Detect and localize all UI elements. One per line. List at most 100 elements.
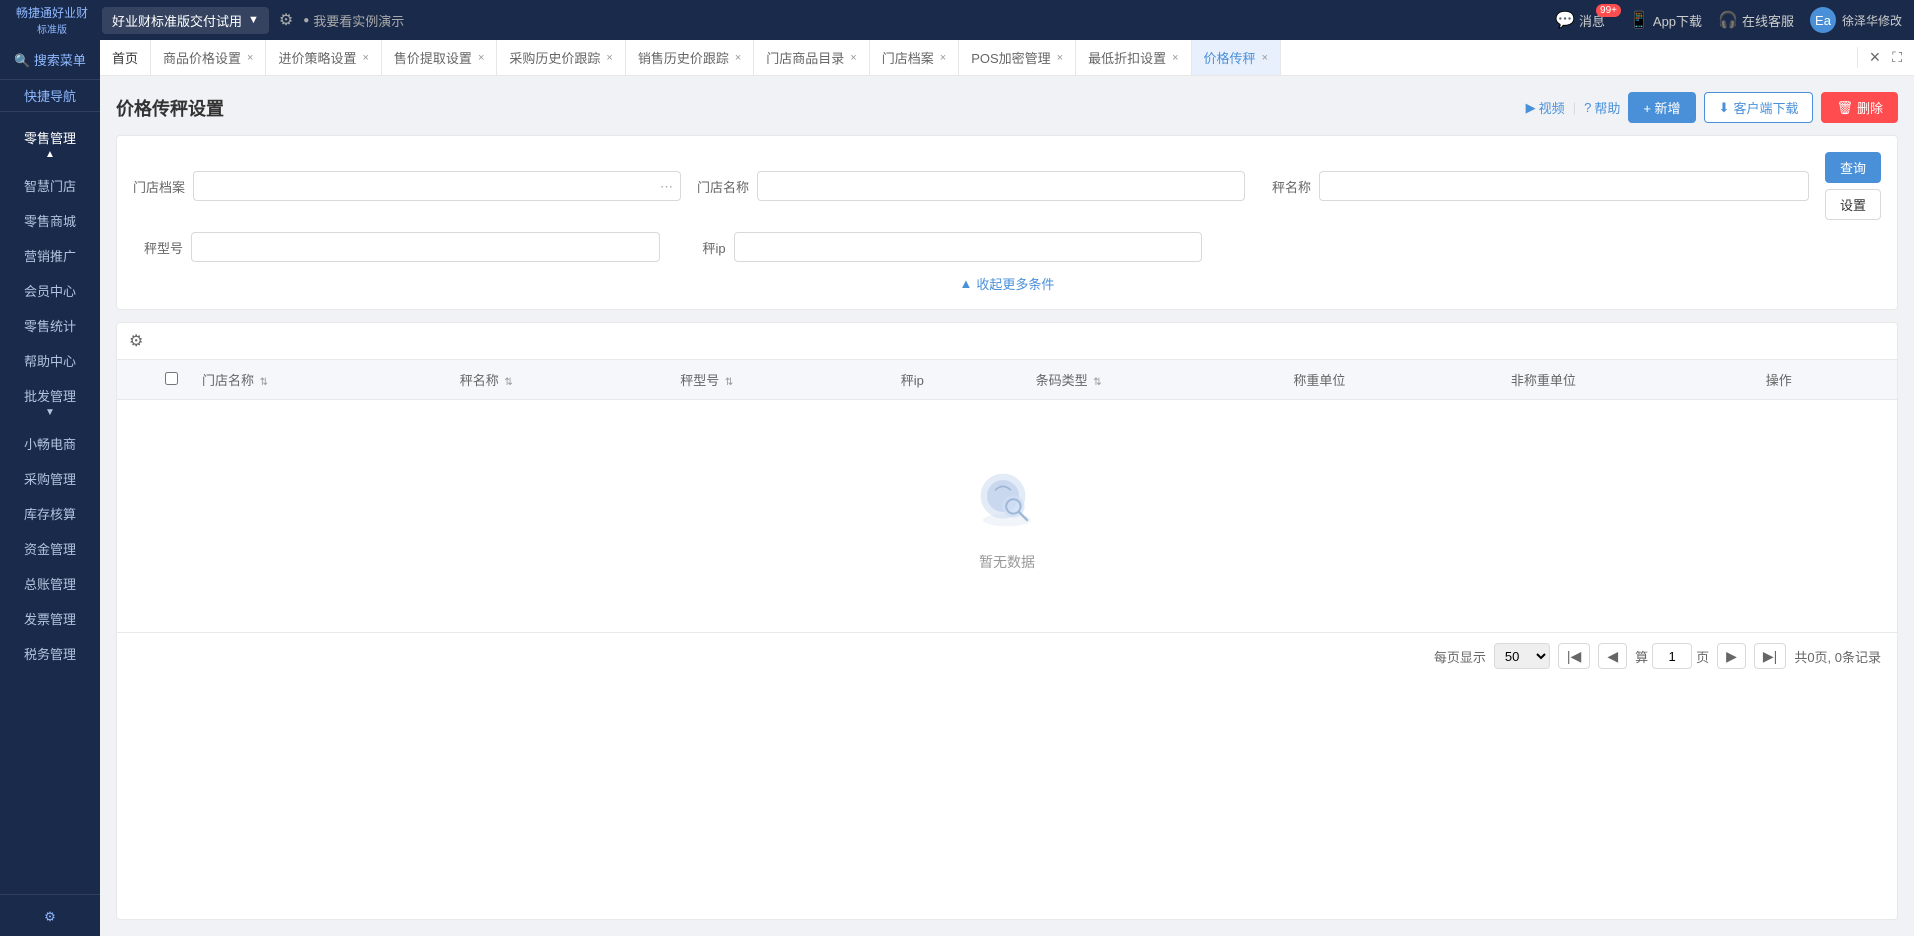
sidebar-nav[interactable]: 快捷导航 (0, 80, 100, 112)
tab-store-archive[interactable]: 门店档案 × (870, 40, 959, 76)
sidebar-item-wholesale[interactable]: 批发管理 ▼ (0, 378, 100, 426)
select-all-checkbox[interactable] (165, 372, 178, 385)
close-tab-icon[interactable]: × (1866, 47, 1885, 68)
empty-text: 暂无数据 (979, 552, 1035, 572)
tab-home[interactable]: 首页 (100, 40, 151, 76)
per-page-select[interactable]: 50 10 20 100 (1494, 643, 1550, 669)
search-form: 门店档案 ··· 门店名称 秤名称 (116, 135, 1898, 310)
sidebar-item-finance[interactable]: 资金管理 (0, 531, 100, 566)
messages-button[interactable]: 💬 99+ 消息 (1547, 10, 1613, 30)
demo-link[interactable]: 我要看实例演示 (303, 11, 404, 30)
sort-icon[interactable]: ⇅ (1093, 377, 1101, 388)
query-button[interactable]: 查询 (1825, 152, 1881, 183)
sort-icon[interactable]: ⇅ (725, 377, 733, 388)
next-page-button[interactable]: ▶ (1717, 643, 1746, 669)
sort-icon[interactable]: ⇅ (504, 377, 512, 388)
version-selector[interactable]: 好业财标准版交付试用 ▼ (102, 7, 269, 34)
version-label: 好业财标准版交付试用 (112, 11, 242, 30)
store-name-input[interactable] (757, 171, 1245, 201)
sidebar-item-label: 发票管理 (24, 609, 76, 628)
help-link[interactable]: ? 帮助 (1584, 98, 1620, 117)
logo-sub: 标准版 (37, 21, 67, 36)
tab-price-scale[interactable]: 价格传秤 × (1192, 40, 1281, 76)
sidebar-item-label: 资金管理 (24, 539, 76, 558)
sidebar-item-label: 会员中心 (24, 281, 76, 300)
sidebar-item-retail-stats[interactable]: 零售统计 (0, 308, 100, 343)
close-icon[interactable]: × (1057, 52, 1063, 64)
maximize-icon[interactable]: ⛶ (1888, 49, 1906, 66)
sidebar-item-tax[interactable]: 税务管理 (0, 636, 100, 671)
setting-button[interactable]: 设置 (1825, 189, 1881, 220)
collapse-button[interactable]: ▲ 收起更多条件 (960, 274, 1055, 293)
user-profile[interactable]: Ea 徐泽华修改 (1810, 7, 1902, 33)
sidebar-item-invoice[interactable]: 发票管理 (0, 601, 100, 636)
sidebar-item-help[interactable]: 帮助中心 (0, 343, 100, 378)
table-col-scale-ip: 秤ip (889, 360, 1024, 400)
sidebar-item-retail-management[interactable]: 零售管理 ▲ (0, 120, 100, 168)
close-icon[interactable]: × (940, 52, 946, 64)
close-icon[interactable]: × (735, 52, 741, 64)
app-download-button[interactable]: 📱 App下载 (1629, 10, 1702, 30)
sidebar-item-ecommerce[interactable]: 小畅电商 (0, 426, 100, 461)
store-name-group: 门店名称 (697, 171, 1245, 201)
tab-label: 采购历史价跟踪 (509, 48, 600, 67)
tab-purchase-strategy[interactable]: 进价策略设置 × (266, 40, 381, 76)
tab-min-discount[interactable]: 最低折扣设置 × (1076, 40, 1191, 76)
sidebar-item-marketing[interactable]: 营销推广 (0, 238, 100, 273)
table-col-scale-name: 秤名称 ⇅ (448, 360, 669, 400)
gear-icon[interactable]: ⚙ (279, 10, 293, 30)
first-page-button[interactable]: |◀ (1558, 643, 1590, 669)
close-icon[interactable]: × (247, 52, 253, 64)
sidebar-item-label: 帮助中心 (24, 351, 76, 370)
sidebar-settings-icon[interactable]: ⚙ (0, 894, 100, 936)
tab-label: 最低折扣设置 (1088, 48, 1166, 67)
store-archive-input[interactable] (193, 171, 681, 201)
table-col-checkbox (153, 360, 190, 400)
close-icon[interactable]: × (478, 52, 484, 64)
messages-badge: 99+ (1596, 4, 1621, 17)
sidebar-item-inventory[interactable]: 库存核算 (0, 496, 100, 531)
video-link[interactable]: ▶ 视频 (1526, 98, 1565, 117)
page-input[interactable] (1652, 643, 1692, 669)
tab-sales-history[interactable]: 销售历史价跟踪 × (626, 40, 754, 76)
sidebar-item-label: 采购管理 (24, 469, 76, 488)
download-button[interactable]: ⬇ 客户端下载 (1704, 92, 1814, 123)
scale-ip-input[interactable] (734, 232, 1203, 262)
sidebar-item-retail-mall[interactable]: 零售商城 (0, 203, 100, 238)
scale-name-input[interactable] (1319, 171, 1809, 201)
ellipsis-icon[interactable]: ··· (660, 179, 673, 194)
close-icon[interactable]: × (850, 52, 856, 64)
sidebar-item-smart-store[interactable]: 智慧门店 (0, 168, 100, 203)
add-button[interactable]: + 新增 (1628, 92, 1695, 123)
sidebar-item-ledger[interactable]: 总账管理 (0, 566, 100, 601)
sidebar-item-label: 零售统计 (24, 316, 76, 335)
close-icon[interactable]: × (1172, 52, 1178, 64)
table-gear-icon[interactable]: ⚙ (129, 331, 143, 351)
tab-label: 进价策略设置 (278, 48, 356, 67)
last-page-button[interactable]: ▶| (1754, 643, 1786, 669)
sidebar-item-purchase[interactable]: 采购管理 (0, 461, 100, 496)
sort-icon[interactable]: ⇅ (260, 377, 268, 388)
close-icon[interactable]: × (606, 52, 612, 64)
table-toolbar: ⚙ (117, 323, 1897, 360)
close-icon[interactable]: × (362, 52, 368, 64)
tab-store-catalog[interactable]: 门店商品目录 × (754, 40, 869, 76)
tab-pos-management[interactable]: POS加密管理 × (959, 40, 1076, 76)
tab-sale-extract[interactable]: 售价提取设置 × (382, 40, 497, 76)
scale-model-input[interactable] (191, 232, 660, 262)
sidebar-item-membership[interactable]: 会员中心 (0, 273, 100, 308)
message-icon: 💬 (1555, 10, 1575, 30)
page-header: 价格传秤设置 ▶ 视频 | ? 帮助 + 新增 ⬇ (116, 92, 1898, 123)
sidebar-search[interactable]: 🔍 搜索菜单 (0, 40, 100, 80)
tab-label: 价格传秤 (1204, 48, 1256, 67)
close-icon[interactable]: × (1262, 52, 1268, 64)
tab-product-price[interactable]: 商品价格设置 × (151, 40, 266, 76)
prev-page-button[interactable]: ◀ (1598, 643, 1627, 669)
sidebar-item-label: 批发管理 (24, 386, 76, 405)
sidebar-item-label: 零售管理 (24, 128, 76, 147)
tab-purchase-history[interactable]: 采购历史价跟踪 × (497, 40, 625, 76)
tab-label: 商品价格设置 (163, 48, 241, 67)
online-service-button[interactable]: 🎧 在线客服 (1718, 10, 1794, 30)
tab-label: 首页 (112, 48, 138, 67)
delete-button[interactable]: 🗑 删除 (1821, 92, 1898, 123)
